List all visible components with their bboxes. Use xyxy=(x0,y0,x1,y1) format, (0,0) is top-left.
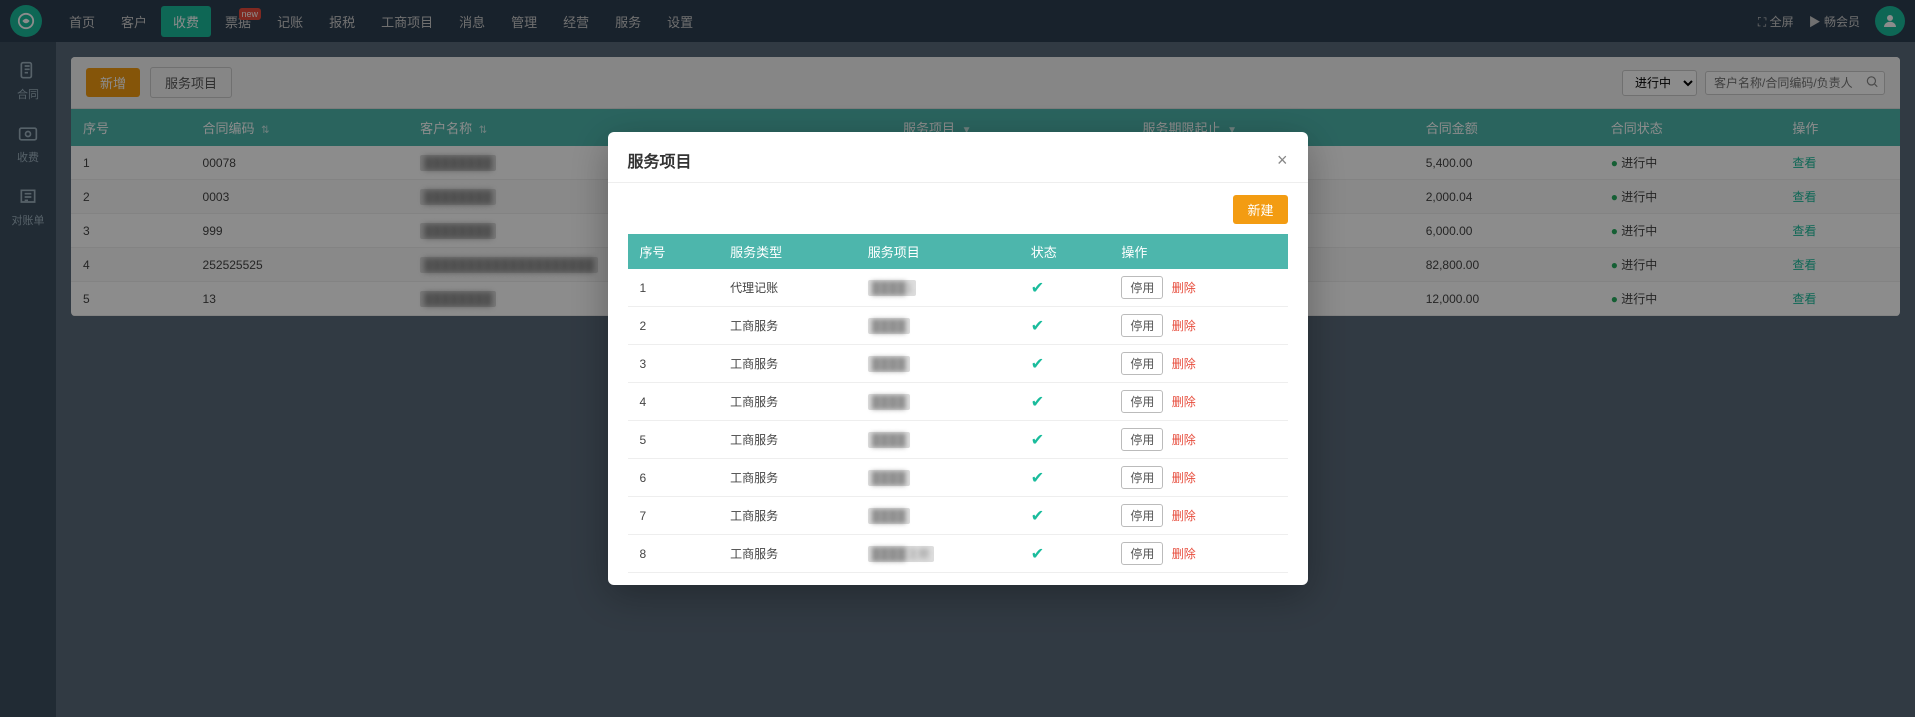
modal-col-seq: 序号 xyxy=(628,234,719,269)
modal-body-rows: 1 代理记账 ████1 ✔ 停用 删除 2 工商服务 ████ ✔ 停用 删除… xyxy=(628,269,1288,573)
status-check-icon: ✔ xyxy=(1031,470,1044,487)
status-check-icon: ✔ xyxy=(1031,318,1044,335)
modal-close-button[interactable]: × xyxy=(1277,151,1288,169)
modal-cell-status: ✔ xyxy=(1019,421,1110,459)
modal-cell-status: ✔ xyxy=(1019,345,1110,383)
modal-cell-project: ████ xyxy=(856,307,1019,345)
modal-col-status: 状态 xyxy=(1019,234,1110,269)
modal-cell-status: ✔ xyxy=(1019,535,1110,573)
modal-table-row: 6 工商服务 ████ ✔ 停用 删除 xyxy=(628,459,1288,497)
delete-button[interactable]: 删除 xyxy=(1172,393,1196,410)
modal-header-row: 序号 服务类型 服务项目 状态 操作 xyxy=(628,234,1288,269)
modal-cell-seq: 3 xyxy=(628,345,719,383)
modal-cell-seq: 1 xyxy=(628,269,719,307)
modal-table: 序号 服务类型 服务项目 状态 操作 1 代理记账 ████1 ✔ 停用 删除 … xyxy=(628,234,1288,573)
status-check-icon: ✔ xyxy=(1031,280,1044,297)
status-check-icon: ✔ xyxy=(1031,508,1044,525)
service-modal: 服务项目 × 新建 序号 服务类型 服务项目 状态 操作 1 xyxy=(608,132,1308,585)
modal-table-row: 3 工商服务 ████ ✔ 停用 删除 xyxy=(628,345,1288,383)
delete-button[interactable]: 删除 xyxy=(1172,317,1196,334)
delete-button[interactable]: 删除 xyxy=(1172,355,1196,372)
modal-cell-project: ████ xyxy=(856,459,1019,497)
modal-cell-type: 工商服务 xyxy=(718,421,856,459)
modal-cell-status: ✔ xyxy=(1019,383,1110,421)
delete-button[interactable]: 删除 xyxy=(1172,431,1196,448)
stop-button[interactable]: 停用 xyxy=(1121,276,1163,299)
modal-cell-seq: 2 xyxy=(628,307,719,345)
modal-new-button[interactable]: 新建 xyxy=(1233,195,1287,224)
modal-cell-action: 停用 删除 xyxy=(1109,497,1287,535)
modal-cell-seq: 4 xyxy=(628,383,719,421)
modal-table-row: 1 代理记账 ████1 ✔ 停用 删除 xyxy=(628,269,1288,307)
modal-cell-seq: 7 xyxy=(628,497,719,535)
modal-header: 服务项目 × xyxy=(608,132,1308,183)
stop-button[interactable]: 停用 xyxy=(1121,390,1163,413)
status-check-icon: ✔ xyxy=(1031,394,1044,411)
modal-cell-action: 停用 删除 xyxy=(1109,269,1287,307)
modal-cell-project: ████ xyxy=(856,345,1019,383)
stop-button[interactable]: 停用 xyxy=(1121,352,1163,375)
status-check-icon: ✔ xyxy=(1031,432,1044,449)
modal-cell-action: 停用 删除 xyxy=(1109,459,1287,497)
modal-table-row: 5 工商服务 ████ ✔ 停用 删除 xyxy=(628,421,1288,459)
modal-cell-action: 停用 删除 xyxy=(1109,421,1287,459)
delete-button[interactable]: 删除 xyxy=(1172,279,1196,296)
stop-button[interactable]: 停用 xyxy=(1121,428,1163,451)
modal-table-row: 2 工商服务 ████ ✔ 停用 删除 xyxy=(628,307,1288,345)
status-check-icon: ✔ xyxy=(1031,356,1044,373)
stop-button[interactable]: 停用 xyxy=(1121,542,1163,565)
modal-cell-type: 工商服务 xyxy=(718,497,856,535)
modal-cell-status: ✔ xyxy=(1019,497,1110,535)
modal-cell-project: ████1 xyxy=(856,269,1019,307)
stop-button[interactable]: 停用 xyxy=(1121,504,1163,527)
modal-body: 新建 序号 服务类型 服务项目 状态 操作 1 代理记账 ████1 ✔ 停用 xyxy=(608,183,1308,585)
modal-cell-type: 代理记账 xyxy=(718,269,856,307)
modal-table-row: 4 工商服务 ████ ✔ 停用 删除 xyxy=(628,383,1288,421)
modal-cell-action: 停用 删除 xyxy=(1109,535,1287,573)
modal-cell-status: ✔ xyxy=(1019,459,1110,497)
modal-cell-type: 工商服务 xyxy=(718,383,856,421)
modal-cell-action: 停用 删除 xyxy=(1109,307,1287,345)
modal-cell-status: ✔ xyxy=(1019,269,1110,307)
modal-col-action: 操作 xyxy=(1109,234,1287,269)
modal-table-row: 8 工商服务 ████注册 ✔ 停用 删除 xyxy=(628,535,1288,573)
modal-col-type: 服务类型 xyxy=(718,234,856,269)
stop-button[interactable]: 停用 xyxy=(1121,314,1163,337)
modal-overlay[interactable]: 服务项目 × 新建 序号 服务类型 服务项目 状态 操作 1 xyxy=(0,0,1915,717)
modal-cell-project: ████ xyxy=(856,421,1019,459)
modal-cell-seq: 6 xyxy=(628,459,719,497)
stop-button[interactable]: 停用 xyxy=(1121,466,1163,489)
modal-cell-project: ████注册 xyxy=(856,535,1019,573)
modal-cell-type: 工商服务 xyxy=(718,459,856,497)
delete-button[interactable]: 删除 xyxy=(1172,469,1196,486)
modal-cell-action: 停用 删除 xyxy=(1109,345,1287,383)
modal-cell-project: ████ xyxy=(856,383,1019,421)
modal-cell-type: 工商服务 xyxy=(718,345,856,383)
status-check-icon: ✔ xyxy=(1031,546,1044,563)
delete-button[interactable]: 删除 xyxy=(1172,507,1196,524)
modal-cell-action: 停用 删除 xyxy=(1109,383,1287,421)
modal-cell-seq: 5 xyxy=(628,421,719,459)
delete-button[interactable]: 删除 xyxy=(1172,545,1196,562)
modal-cell-type: 工商服务 xyxy=(718,307,856,345)
modal-table-row: 7 工商服务 ████ ✔ 停用 删除 xyxy=(628,497,1288,535)
modal-cell-type: 工商服务 xyxy=(718,535,856,573)
modal-col-project: 服务项目 xyxy=(856,234,1019,269)
modal-cell-status: ✔ xyxy=(1019,307,1110,345)
modal-cell-seq: 8 xyxy=(628,535,719,573)
modal-toolbar: 新建 xyxy=(628,195,1288,224)
modal-title: 服务项目 xyxy=(628,148,692,172)
modal-cell-project: ████ xyxy=(856,497,1019,535)
